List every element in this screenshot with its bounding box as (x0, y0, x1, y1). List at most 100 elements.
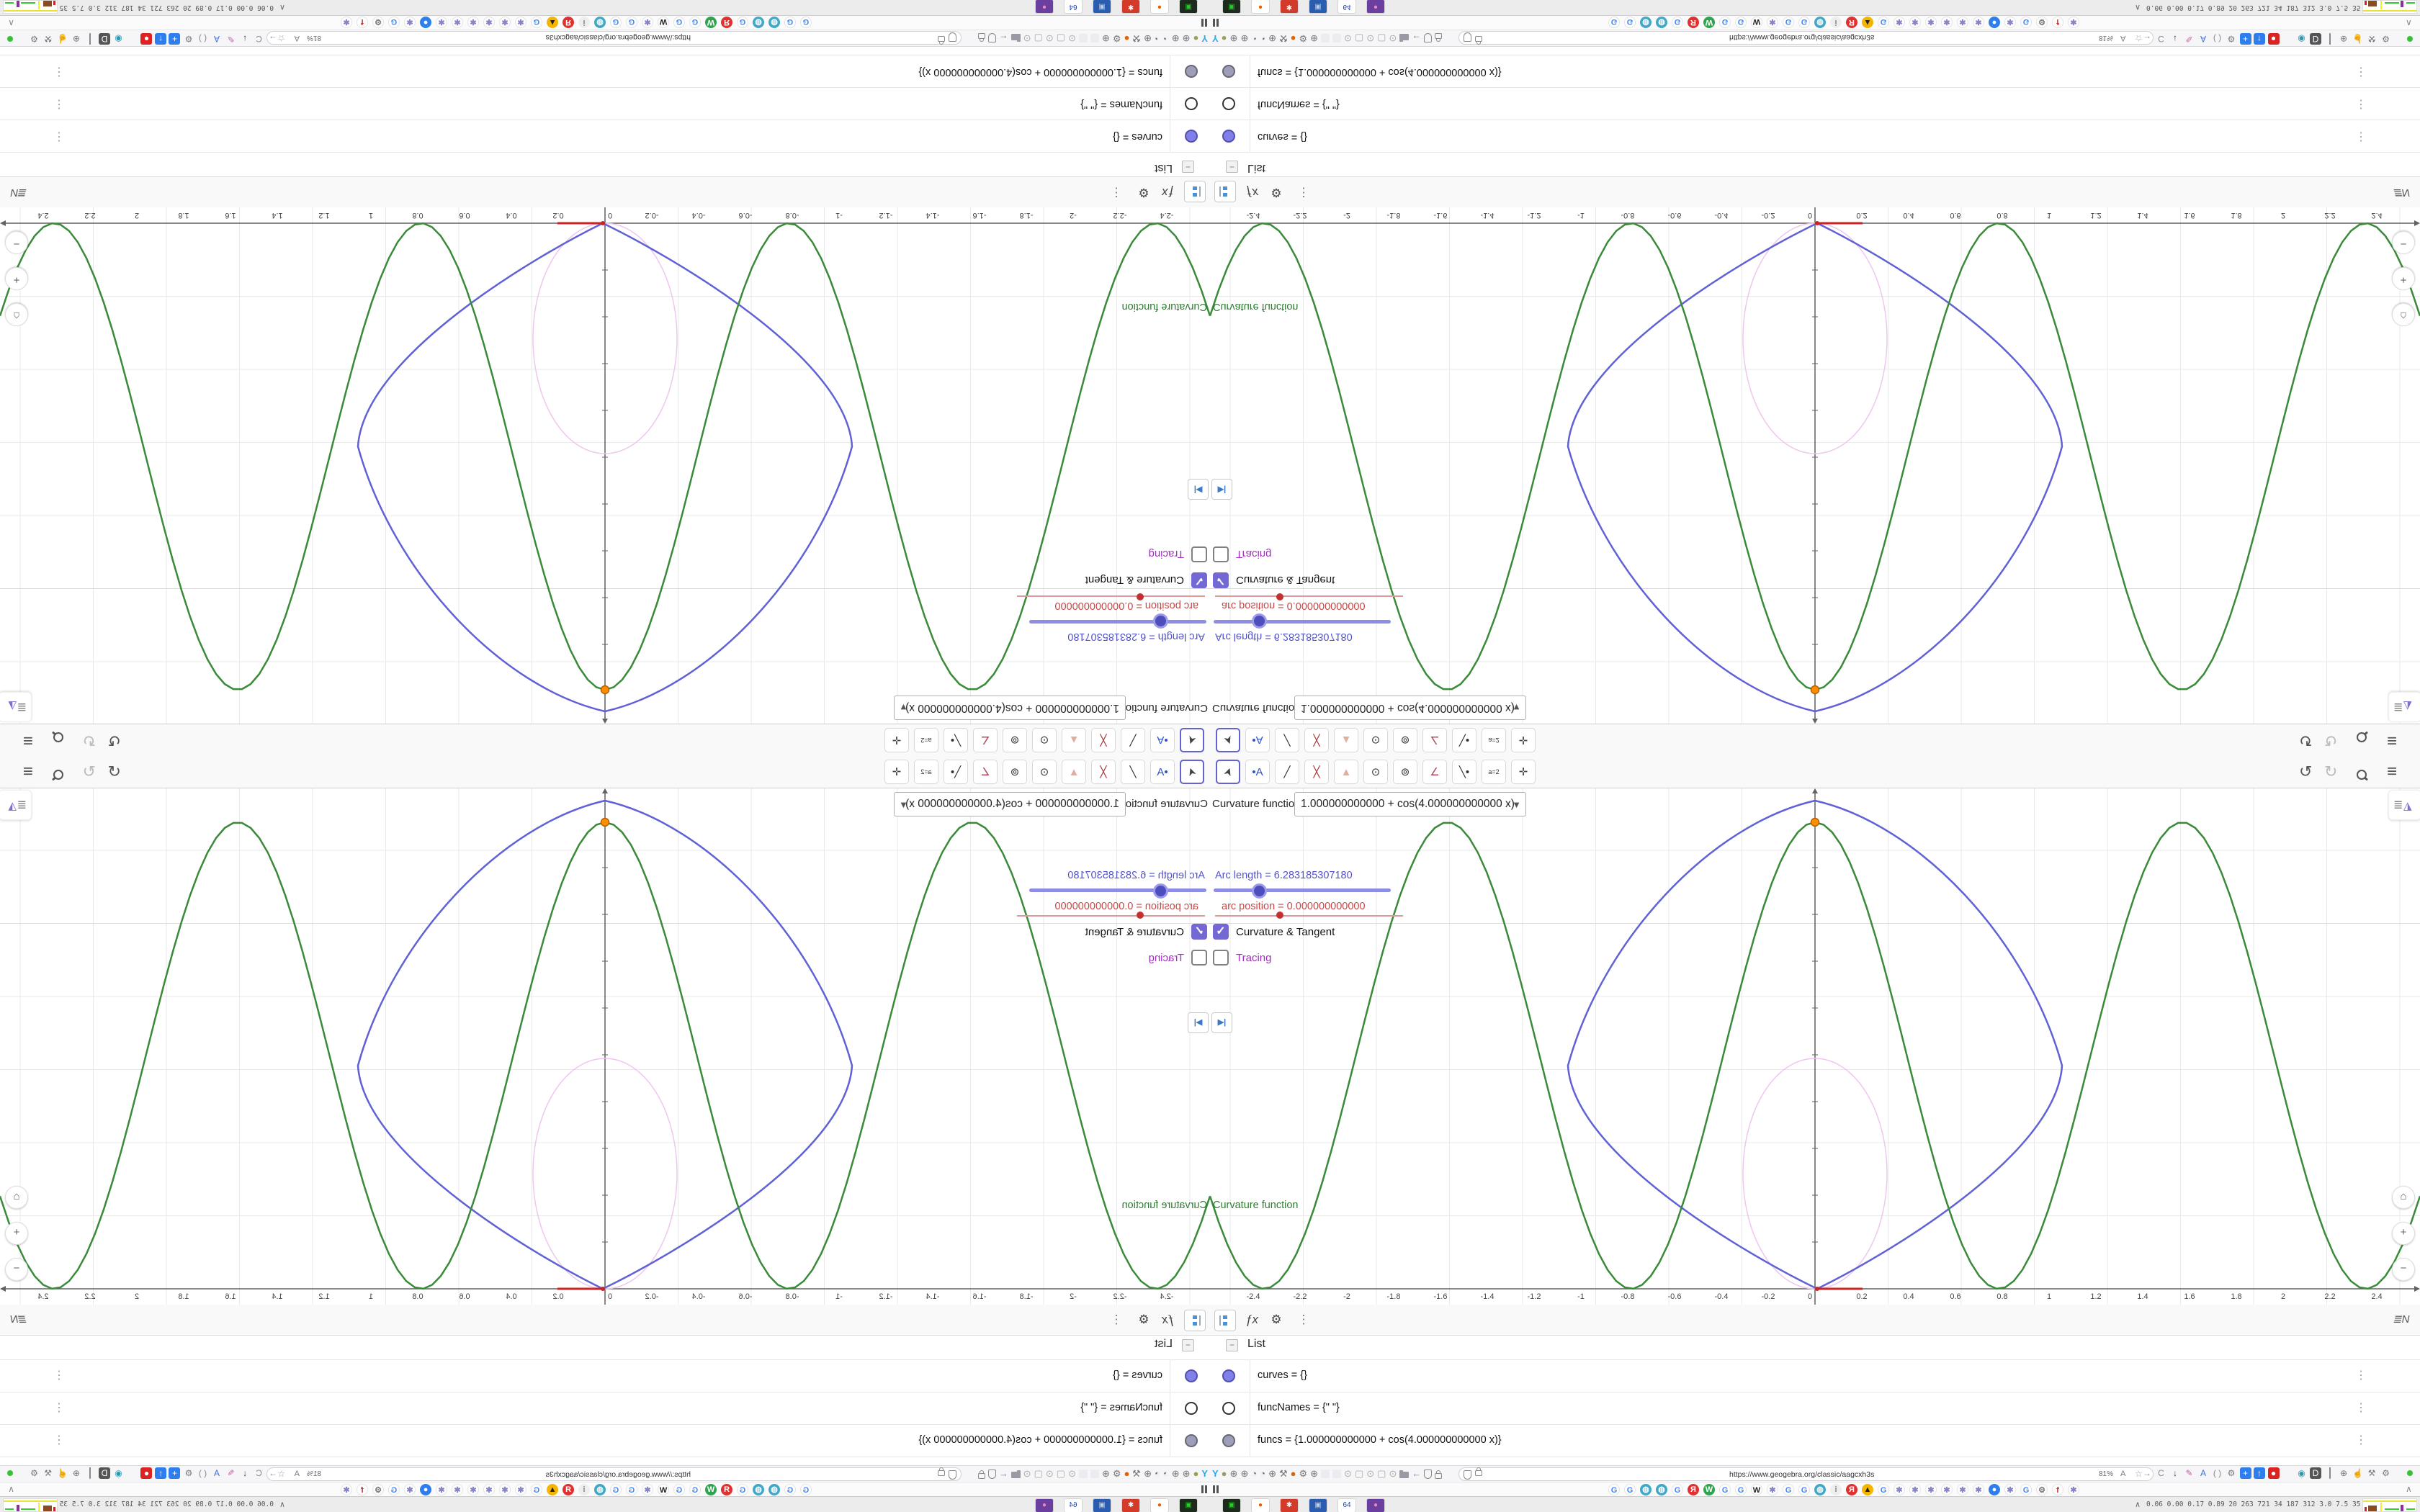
badge-icon[interactable]: D (99, 33, 110, 45)
visibility-toggle[interactable] (1185, 1434, 1198, 1447)
translate-icon[interactable]: A (2197, 33, 2209, 45)
bookmark-google[interactable]: G (1672, 17, 1683, 28)
gauge-icon[interactable]: ◔ (1163, 1468, 1169, 1480)
bookmark-geogebra[interactable]: ✱ (404, 17, 416, 28)
chevron-down-icon[interactable]: ▼ (1512, 702, 1521, 713)
globe-icon[interactable]: ⊕ (71, 33, 82, 45)
kebab-menu-icon[interactable]: ⋮ (2355, 1368, 2367, 1382)
taskbar-mascot-app[interactable]: ● (1366, 1498, 1385, 1512)
chevron-down-icon[interactable]: ▼ (899, 799, 908, 810)
function-value[interactable]: 1.000000000000 + cos(4.000000000000 x) (905, 798, 1119, 811)
container-icon[interactable]: ( ) (197, 33, 209, 45)
bookmark-google[interactable]: G (689, 1484, 701, 1495)
bookmark-geogebra[interactable]: ✱ (1941, 1484, 1953, 1495)
avatar-icon[interactable]: ● (1193, 32, 1198, 44)
bookmark-f-red[interactable]: f (357, 17, 368, 28)
globe-icon[interactable]: ⊕ (2338, 1467, 2349, 1479)
bookmark-geogebra[interactable]: ✱ (483, 17, 495, 28)
wrench-icon[interactable]: ⚒ (2366, 33, 2378, 45)
ghost-slot[interactable] (1078, 1470, 1088, 1478)
url-text[interactable]: https://www.geogebra.org/classic/aagcxh3… (546, 1470, 691, 1479)
bookmark-geogebra[interactable]: ✱ (341, 17, 352, 28)
taskbar-firefox-app[interactable]: ● (1150, 1498, 1169, 1512)
globe-icon[interactable]: ⊕ (1310, 1468, 1318, 1480)
refresh-icon[interactable]: C (2156, 33, 2167, 45)
square-icon[interactable]: ▢ (1355, 32, 1363, 44)
tool-slider[interactable]: a=2 (914, 728, 938, 752)
bookmark-google[interactable]: G (689, 17, 701, 28)
bookmark-f-red[interactable]: f (2052, 17, 2063, 28)
shield-icon[interactable] (1464, 29, 1471, 42)
ghost-slot[interactable] (1078, 34, 1088, 42)
bookmark-google[interactable]: G (1798, 17, 1810, 28)
gear-icon[interactable]: ⚙ (29, 1467, 40, 1479)
kebab-menu-icon[interactable]: ⋮ (2355, 130, 2367, 144)
square-icon[interactable]: ▢ (1057, 32, 1065, 44)
undo-icon[interactable]: ↺ (108, 762, 121, 782)
trash-icon[interactable] (127, 1467, 138, 1479)
redo-icon[interactable]: ↻ (83, 762, 96, 782)
zoom-in-button[interactable]: + (2392, 1222, 2415, 1245)
tool-polygon[interactable]: ▲ (1334, 728, 1358, 752)
kebab-menu-icon[interactable]: ⋮ (53, 65, 65, 79)
bookmark-geogebra[interactable]: ✱ (436, 17, 447, 28)
taskbar-firefox-app[interactable]: ● (1251, 0, 1270, 14)
globe-icon[interactable]: ⊕ (1144, 32, 1152, 44)
bookmark-google[interactable]: G (388, 1484, 400, 1495)
bookmark-geogebra[interactable]: ✱ (1973, 1484, 1984, 1495)
kebab-menu-icon[interactable]: ⋮ (53, 1400, 65, 1415)
reader-mode-icon[interactable]: A (295, 1470, 300, 1478)
zoom-in-button[interactable]: + (5, 267, 28, 290)
taskbar-settings-app[interactable]: ✱ (1121, 0, 1140, 14)
arc-length-slider-knob[interactable] (1153, 883, 1168, 899)
tool-point[interactable]: •A (1150, 728, 1175, 752)
bookmark-chat-blue[interactable]: ● (1989, 17, 2000, 28)
container-icon[interactable]: ( ) (2212, 33, 2223, 45)
highlighter-icon[interactable]: ✎ (2184, 33, 2195, 45)
bookmark-chat-blue[interactable]: ● (420, 17, 431, 28)
funnel-icon[interactable]: Y (1212, 1468, 1219, 1480)
bookmark-globe-ball[interactable]: ◍ (753, 17, 764, 28)
square-icon[interactable]: ▢ (1355, 1468, 1363, 1480)
tracing-checkbox[interactable] (1191, 950, 1207, 966)
bookmark-yandex[interactable]: Я (563, 17, 574, 28)
shield-gear-icon[interactable] (2324, 33, 2336, 45)
bookmark-google[interactable]: G (610, 17, 622, 28)
up-arrow-icon[interactable]: ↑ (2254, 33, 2265, 45)
algebra-row-curves[interactable]: curves = {} ⋮ (1210, 1360, 2420, 1392)
tool-move[interactable]: ➤ (1180, 760, 1204, 784)
curvature-tangent-checkbox[interactable]: ✓ (1191, 572, 1207, 588)
arc-length-slider-knob[interactable] (1153, 613, 1168, 629)
radio-icon[interactable]: ⊙ (1389, 32, 1397, 44)
taskbar-display-app[interactable]: ▣ (1093, 0, 1111, 14)
ghost-slot[interactable] (1321, 1470, 1330, 1478)
tool-line[interactable]: ╱ (1275, 728, 1299, 752)
bookmark-geogebra[interactable]: ✱ (1767, 1484, 1778, 1495)
bookmark-yandex[interactable]: Я (563, 1484, 574, 1495)
bookmark-wikipedia[interactable]: W (658, 1484, 669, 1495)
collapse-button[interactable]: − (1182, 161, 1194, 173)
tool-slider[interactable]: a=2 (1482, 760, 1506, 784)
visibility-toggle[interactable] (1222, 1434, 1235, 1447)
taskbar-mascot-app[interactable]: ● (1366, 0, 1385, 14)
tool-line[interactable]: ╱ (1275, 760, 1299, 784)
container-icon[interactable]: ( ) (197, 1467, 209, 1479)
visibility-toggle[interactable] (1185, 1402, 1198, 1415)
graphics-settings-button[interactable]: ≣ ◮ (2388, 692, 2420, 722)
ghost-slot[interactable] (1332, 34, 1342, 42)
algebra-row-funcs[interactable]: funcs = {1.000000000000 + cos(4.00000000… (0, 55, 1210, 87)
compass-icon[interactable]: ◉ (2296, 33, 2308, 45)
search-icon[interactable] (2357, 765, 2367, 785)
algebra-row-curves[interactable]: curves = {} ⋮ (1210, 120, 2420, 152)
menu-icon[interactable]: ≡ (23, 730, 33, 750)
keyboard-icon[interactable]: ≣N (2393, 186, 2409, 199)
curvature-tangent-checkbox[interactable]: ✓ (1213, 572, 1229, 588)
bookmark-geogebra[interactable]: ✱ (404, 1484, 416, 1495)
collapse-button[interactable]: − (1226, 1339, 1238, 1351)
trash-icon[interactable] (127, 33, 138, 45)
wrench-icon[interactable]: ⚒ (42, 1467, 54, 1479)
redo-icon[interactable]: ↻ (83, 730, 96, 750)
zoom-level-badge[interactable]: 81% (2099, 34, 2113, 42)
avatar-icon[interactable]: ● (1222, 32, 1227, 44)
globe-icon[interactable]: ⊕ (1172, 1468, 1180, 1480)
